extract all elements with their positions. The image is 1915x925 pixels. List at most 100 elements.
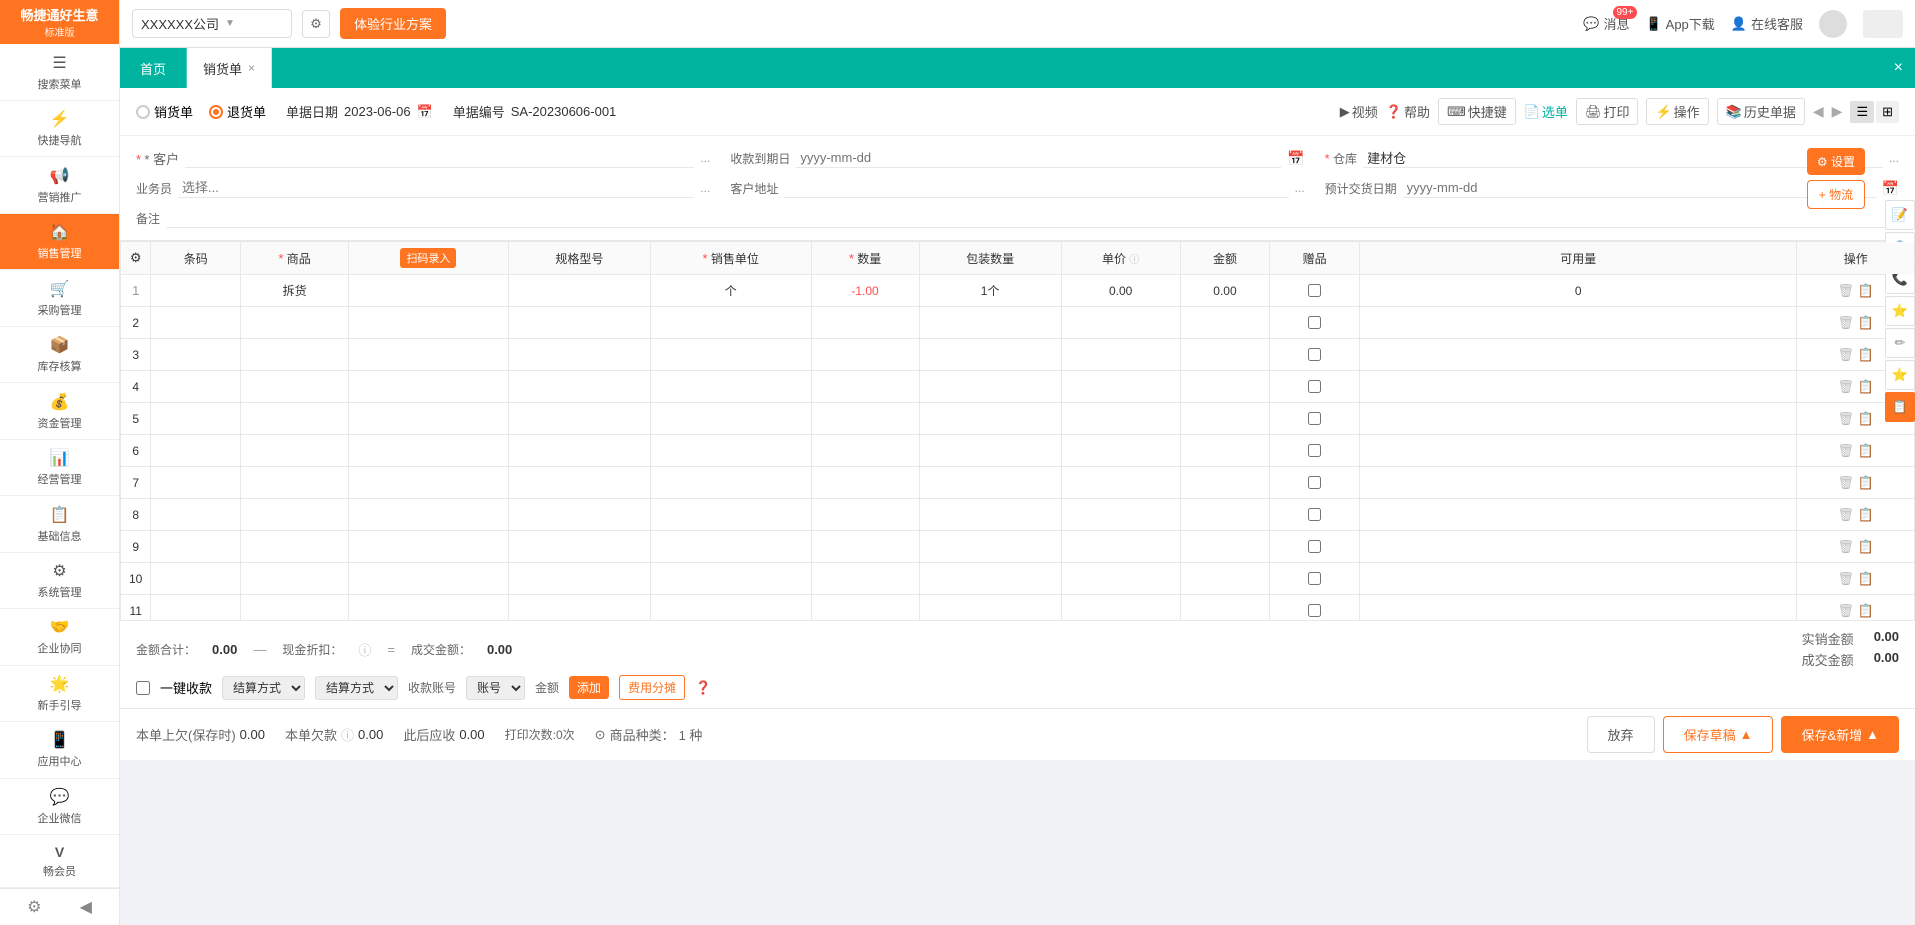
select-order-btn[interactable]: 📄 选单 (1524, 102, 1568, 121)
rp-btn-orange[interactable]: 📋 (1885, 392, 1915, 422)
date-calendar-icon[interactable]: 📅 (417, 104, 433, 120)
print-btn[interactable]: 🖨 打印 (1576, 98, 1639, 125)
row-gift-1[interactable] (1270, 275, 1360, 307)
gift-checkbox-9[interactable] (1308, 540, 1321, 553)
delete-row-6[interactable]: 🗑 (1837, 443, 1854, 459)
row-price-1[interactable]: 0.00 (1061, 275, 1180, 307)
warehouse-input[interactable] (1363, 148, 1883, 168)
operate-btn[interactable]: ⚡ 操作 (1646, 98, 1708, 125)
address-picker-btn[interactable]: ... (1295, 181, 1305, 195)
customer-address-input[interactable] (784, 178, 1288, 198)
tab-bar-close-btn[interactable]: × (1894, 59, 1903, 77)
settlement-method-select-2[interactable]: 结算方式 (315, 676, 398, 700)
collapse-icon[interactable]: ◀ (80, 897, 92, 917)
payment-due-input[interactable] (796, 148, 1281, 168)
fenpai-btn[interactable]: 费用分摊 (619, 675, 685, 700)
sidebar-item-enterprise[interactable]: 🤝 企业协同 (0, 609, 119, 665)
tab-close-btn[interactable]: × (248, 61, 255, 75)
delivery-calendar[interactable]: 📅 (1882, 180, 1899, 197)
add-payment-btn[interactable]: 添加 (569, 676, 609, 699)
app-download-btn[interactable]: 📱 App下载 (1645, 14, 1714, 33)
sidebar-item-search[interactable]: ☰ 搜索菜单 (0, 44, 119, 100)
user-avatar[interactable] (1819, 10, 1847, 38)
row-pkg-qty-1[interactable]: 1个 (919, 275, 1061, 307)
rp-btn-5[interactable]: ✏ (1885, 328, 1915, 358)
delete-row-2[interactable]: 🗑 (1837, 315, 1854, 331)
delete-row-11[interactable]: 🗑 (1837, 603, 1854, 619)
warehouse-picker-btn[interactable]: ... (1889, 151, 1899, 165)
expected-delivery-input[interactable] (1403, 178, 1876, 198)
copy-row-2[interactable]: 📋 (1858, 315, 1874, 331)
gift-checkbox-10[interactable] (1308, 572, 1321, 585)
gift-checkbox-2[interactable] (1308, 316, 1321, 329)
remarks-input[interactable] (166, 208, 1899, 228)
rp-btn-6[interactable]: ⭐ (1885, 360, 1915, 390)
copy-row-7[interactable]: 📋 (1858, 475, 1874, 491)
customer-input[interactable] (185, 148, 694, 168)
settings-bottom-icon[interactable]: ⚙ (27, 897, 41, 917)
customer-picker-btn[interactable]: ... (700, 151, 710, 165)
sidebar-item-marketing[interactable]: 📢 营销推广 (0, 157, 119, 213)
delete-row-4[interactable]: 🗑 (1837, 379, 1854, 395)
delete-row-3[interactable]: 🗑 (1837, 347, 1854, 363)
scan-input-btn[interactable]: 扫码录入 (400, 248, 456, 268)
sidebar-item-wechat[interactable]: 💬 企业微信 (0, 779, 119, 835)
th-gear[interactable]: ⚙ (121, 242, 151, 275)
company-selector[interactable]: XXXXXX公司 ▼ (132, 9, 292, 38)
rp-btn-4[interactable]: ⭐ (1885, 296, 1915, 326)
online-service-btn[interactable]: 👤 在线客服 (1731, 14, 1803, 33)
row-qty-1[interactable]: -1.00 (811, 275, 919, 307)
delete-row-8[interactable]: 🗑 (1837, 507, 1854, 523)
sidebar-item-system[interactable]: ⚙ 系统管理 (0, 553, 119, 609)
date-value[interactable]: 2023-06-06 (344, 104, 411, 119)
delete-row-1-btn[interactable]: 🗑 (1837, 283, 1854, 299)
discard-button[interactable]: 放弃 (1587, 716, 1655, 753)
copy-row-3[interactable]: 📋 (1858, 347, 1874, 363)
copy-row-10[interactable]: 📋 (1858, 571, 1874, 587)
copy-row-9[interactable]: 📋 (1858, 539, 1874, 555)
sidebar-item-basic[interactable]: 📋 基础信息 (0, 496, 119, 552)
save-new-button[interactable]: 保存&新增 ▲ (1781, 716, 1899, 753)
row-product-1[interactable]: 拆货 (241, 275, 349, 307)
salesperson-picker-btn[interactable]: ... (700, 181, 710, 195)
copy-row-1-btn[interactable]: 📋 (1858, 283, 1874, 299)
row-unit-1[interactable]: 个 (650, 275, 811, 307)
history-btn[interactable]: 📚 历史单据 (1717, 98, 1805, 125)
radio-sales-order[interactable]: 销货单 (136, 102, 193, 121)
gift-checkbox-11[interactable] (1308, 604, 1321, 617)
settlement-method-select[interactable]: 结算方式 (222, 676, 305, 700)
prev-doc-btn[interactable]: ◀ (1813, 103, 1824, 120)
sidebar-item-sales[interactable]: 🏠 销售管理 (0, 214, 119, 270)
logistics-button[interactable]: + 物流 (1807, 180, 1865, 209)
settings-button[interactable]: ⚙ 设置 (1807, 148, 1865, 175)
sidebar-item-inventory[interactable]: 📦 库存核算 (0, 327, 119, 383)
list-view-btn[interactable]: ☰ (1850, 101, 1874, 123)
gift-checkbox-6[interactable] (1308, 444, 1321, 457)
product-type-radio[interactable]: ⊙ (595, 727, 606, 743)
copy-row-8[interactable]: 📋 (1858, 507, 1874, 523)
copy-row-4[interactable]: 📋 (1858, 379, 1874, 395)
delete-row-9[interactable]: 🗑 (1837, 539, 1854, 555)
gift-checkbox-8[interactable] (1308, 508, 1321, 521)
copy-row-6[interactable]: 📋 (1858, 443, 1874, 459)
rp-btn-1[interactable]: 📝 (1885, 200, 1915, 230)
shortcut-btn[interactable]: ⌨ 快捷键 (1438, 98, 1516, 125)
delete-row-5[interactable]: 🗑 (1837, 411, 1854, 427)
payment-due-calendar[interactable]: 📅 (1287, 150, 1304, 167)
sidebar-item-purchase[interactable]: 🛒 采购管理 (0, 270, 119, 326)
trial-button[interactable]: 体验行业方案 (340, 8, 446, 39)
account-select[interactable]: 账号 (466, 676, 525, 700)
delete-row-7[interactable]: 🗑 (1837, 475, 1854, 491)
help-btn[interactable]: ❓ 帮助 (1386, 102, 1430, 121)
sidebar-item-finance[interactable]: 💰 资金管理 (0, 383, 119, 439)
row-spec-1[interactable] (508, 275, 650, 307)
gift-checkbox-1[interactable] (1308, 284, 1321, 297)
copy-row-11[interactable]: 📋 (1858, 603, 1874, 619)
copy-row-5[interactable]: 📋 (1858, 411, 1874, 427)
row-amount-1[interactable]: 0.00 (1180, 275, 1270, 307)
delete-row-10[interactable]: 🗑 (1837, 571, 1854, 587)
th-scan[interactable]: 扫码录入 (349, 242, 509, 275)
user-name-area[interactable] (1863, 10, 1903, 38)
one-click-pay-checkbox[interactable] (136, 681, 150, 695)
grid-view-btn[interactable]: ⊞ (1876, 101, 1899, 123)
